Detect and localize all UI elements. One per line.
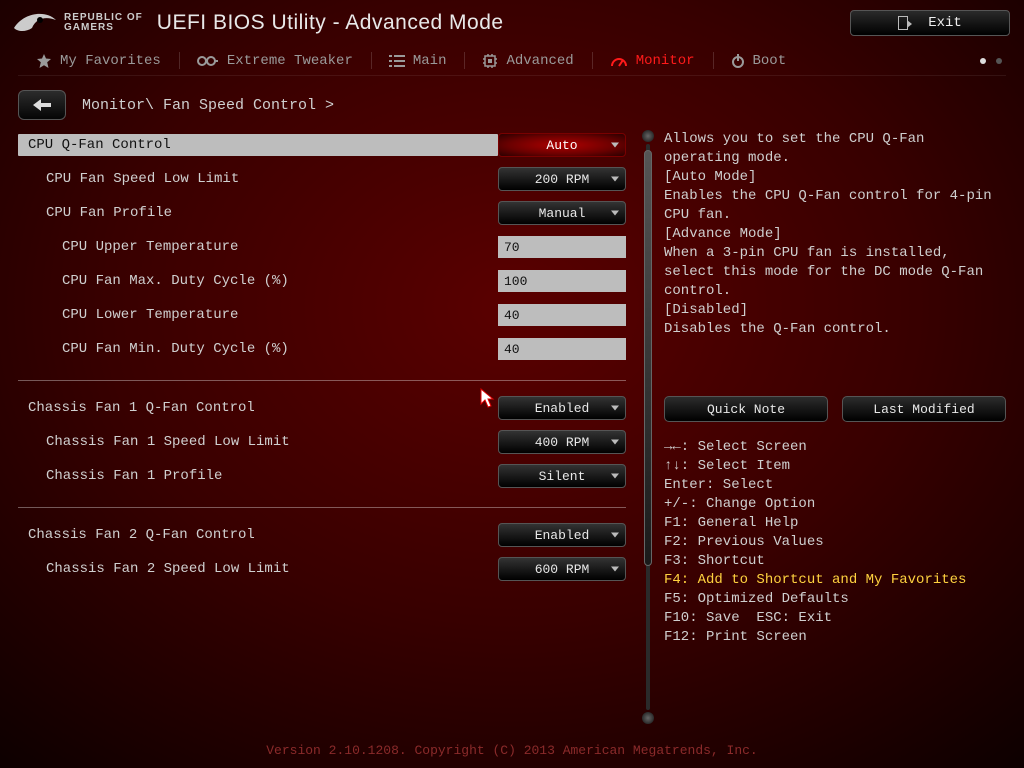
key-help-line: F10: Save ESC: Exit	[664, 609, 1006, 628]
rog-eye-icon	[12, 10, 58, 36]
scroll-thumb[interactable]	[644, 150, 652, 566]
setting-row[interactable]: CPU Fan Max. Duty Cycle (%)	[18, 264, 626, 298]
brand-logo: REPUBLIC OF GAMERS	[12, 10, 143, 36]
setting-value-input[interactable]	[498, 270, 626, 292]
list-icon	[389, 54, 405, 68]
tab-label: Extreme Tweaker	[227, 53, 353, 69]
back-arrow-icon	[31, 97, 53, 113]
setting-row[interactable]: CPU Lower Temperature	[18, 298, 626, 332]
brand-line-2: GAMERS	[64, 23, 143, 33]
body: CPU Q-Fan ControlAutoCPU Fan Speed Low L…	[18, 128, 1006, 726]
last-modified-button[interactable]: Last Modified	[842, 396, 1006, 422]
key-help-line: F3: Shortcut	[664, 552, 1006, 571]
tab-boot[interactable]: Boot	[713, 46, 805, 75]
page-dot-1[interactable]	[980, 58, 986, 64]
scroll-down-icon[interactable]	[642, 712, 654, 724]
help-panel: Allows you to set the CPU Q-Fan operatin…	[664, 128, 1006, 726]
setting-value-input[interactable]	[498, 304, 626, 326]
setting-row[interactable]: Chassis Fan 2 Speed Low Limit600 RPM	[18, 552, 626, 586]
setting-row[interactable]: CPU Q-Fan ControlAuto	[18, 128, 626, 162]
key-help-line: F2: Previous Values	[664, 533, 1006, 552]
key-help-line: +/-: Change Option	[664, 495, 1006, 514]
setting-value-dropdown[interactable]: 200 RPM	[498, 167, 626, 191]
chip-icon	[482, 53, 498, 69]
setting-value-dropdown[interactable]: 600 RPM	[498, 557, 626, 581]
key-help-line: Enter: Select	[664, 476, 1006, 495]
key-help-line: ↑↓: Select Item	[664, 457, 1006, 476]
tab-main[interactable]: Main	[371, 46, 465, 75]
setting-row[interactable]: Chassis Fan 1 ProfileSilent	[18, 459, 626, 493]
setting-row[interactable]: Chassis Fan 1 Speed Low Limit400 RPM	[18, 425, 626, 459]
tab-my-favorites[interactable]: My Favorites	[18, 46, 179, 75]
setting-row[interactable]: CPU Upper Temperature	[18, 230, 626, 264]
app-title: UEFI BIOS Utility - Advanced Mode	[157, 11, 504, 35]
setting-label: Chassis Fan 1 Q-Fan Control	[18, 400, 498, 416]
scrollbar[interactable]	[642, 130, 654, 724]
exit-icon	[898, 16, 908, 30]
footer-version: Version 2.10.1208. Copyright (C) 2013 Am…	[0, 732, 1024, 768]
tab-extreme-tweaker[interactable]: Extreme Tweaker	[179, 46, 371, 75]
key-help-line: →←: Select Screen	[664, 438, 1006, 457]
setting-label: CPU Fan Min. Duty Cycle (%)	[18, 341, 498, 357]
tab-label: My Favorites	[60, 53, 161, 69]
setting-row[interactable]: CPU Fan ProfileManual	[18, 196, 626, 230]
exit-button[interactable]: Exit	[850, 10, 1010, 36]
setting-label: CPU Q-Fan Control	[18, 134, 498, 156]
group-divider	[18, 507, 626, 508]
breadcrumb: Monitor\ Fan Speed Control >	[82, 97, 334, 114]
setting-value-dropdown[interactable]: Enabled	[498, 523, 626, 547]
top-bar: REPUBLIC OF GAMERS UEFI BIOS Utility - A…	[0, 0, 1024, 46]
tab-label: Boot	[753, 53, 787, 69]
quick-note-button[interactable]: Quick Note	[664, 396, 828, 422]
tab-monitor[interactable]: Monitor	[592, 46, 713, 75]
main-tabs: My Favorites Extreme Tweaker Main Advanced M…	[18, 46, 1006, 76]
setting-value-input[interactable]	[498, 338, 626, 360]
setting-label: CPU Lower Temperature	[18, 307, 498, 323]
power-icon	[731, 53, 745, 69]
tab-label: Monitor	[636, 53, 695, 69]
setting-label: Chassis Fan 1 Speed Low Limit	[18, 434, 498, 450]
key-help-line: F1: General Help	[664, 514, 1006, 533]
setting-label: Chassis Fan 2 Q-Fan Control	[18, 527, 498, 543]
back-button[interactable]	[18, 90, 66, 120]
setting-label: Chassis Fan 2 Speed Low Limit	[18, 561, 498, 577]
setting-value-dropdown[interactable]: Auto	[498, 133, 626, 157]
setting-label: CPU Upper Temperature	[18, 239, 498, 255]
setting-label: CPU Fan Speed Low Limit	[18, 171, 498, 187]
setting-row[interactable]: Chassis Fan 2 Q-Fan ControlEnabled	[18, 518, 626, 552]
settings-panel: CPU Q-Fan ControlAutoCPU Fan Speed Low L…	[18, 128, 632, 726]
setting-value-dropdown[interactable]: Silent	[498, 464, 626, 488]
key-help-line: F5: Optimized Defaults	[664, 590, 1006, 609]
tab-advanced[interactable]: Advanced	[464, 46, 591, 75]
setting-row[interactable]: Chassis Fan 1 Q-Fan ControlEnabled	[18, 391, 626, 425]
setting-value-dropdown[interactable]: Enabled	[498, 396, 626, 420]
breadcrumb-row: Monitor\ Fan Speed Control >	[18, 82, 1006, 128]
star-icon	[36, 53, 52, 69]
group-divider	[18, 380, 626, 381]
gauge-icon	[610, 54, 628, 68]
key-help-line: F12: Print Screen	[664, 628, 1006, 647]
setting-value-input[interactable]	[498, 236, 626, 258]
setting-label: Chassis Fan 1 Profile	[18, 468, 498, 484]
exit-label: Exit	[928, 15, 962, 31]
setting-label: CPU Fan Max. Duty Cycle (%)	[18, 273, 498, 289]
tab-label: Advanced	[506, 53, 573, 69]
tab-pager	[980, 58, 1006, 64]
key-help-line: F4: Add to Shortcut and My Favorites	[664, 571, 1006, 590]
scroll-up-icon[interactable]	[642, 130, 654, 142]
setting-value-dropdown[interactable]: Manual	[498, 201, 626, 225]
tweaker-icon	[197, 54, 219, 68]
setting-row[interactable]: CPU Fan Min. Duty Cycle (%)	[18, 332, 626, 366]
setting-value-dropdown[interactable]: 400 RPM	[498, 430, 626, 454]
tab-label: Main	[413, 53, 447, 69]
setting-label: CPU Fan Profile	[18, 205, 498, 221]
setting-row[interactable]: CPU Fan Speed Low Limit200 RPM	[18, 162, 626, 196]
help-text: Allows you to set the CPU Q-Fan operatin…	[664, 130, 1006, 380]
key-help: →←: Select Screen↑↓: Select ItemEnter: S…	[664, 438, 1006, 647]
page-dot-2[interactable]	[996, 58, 1002, 64]
